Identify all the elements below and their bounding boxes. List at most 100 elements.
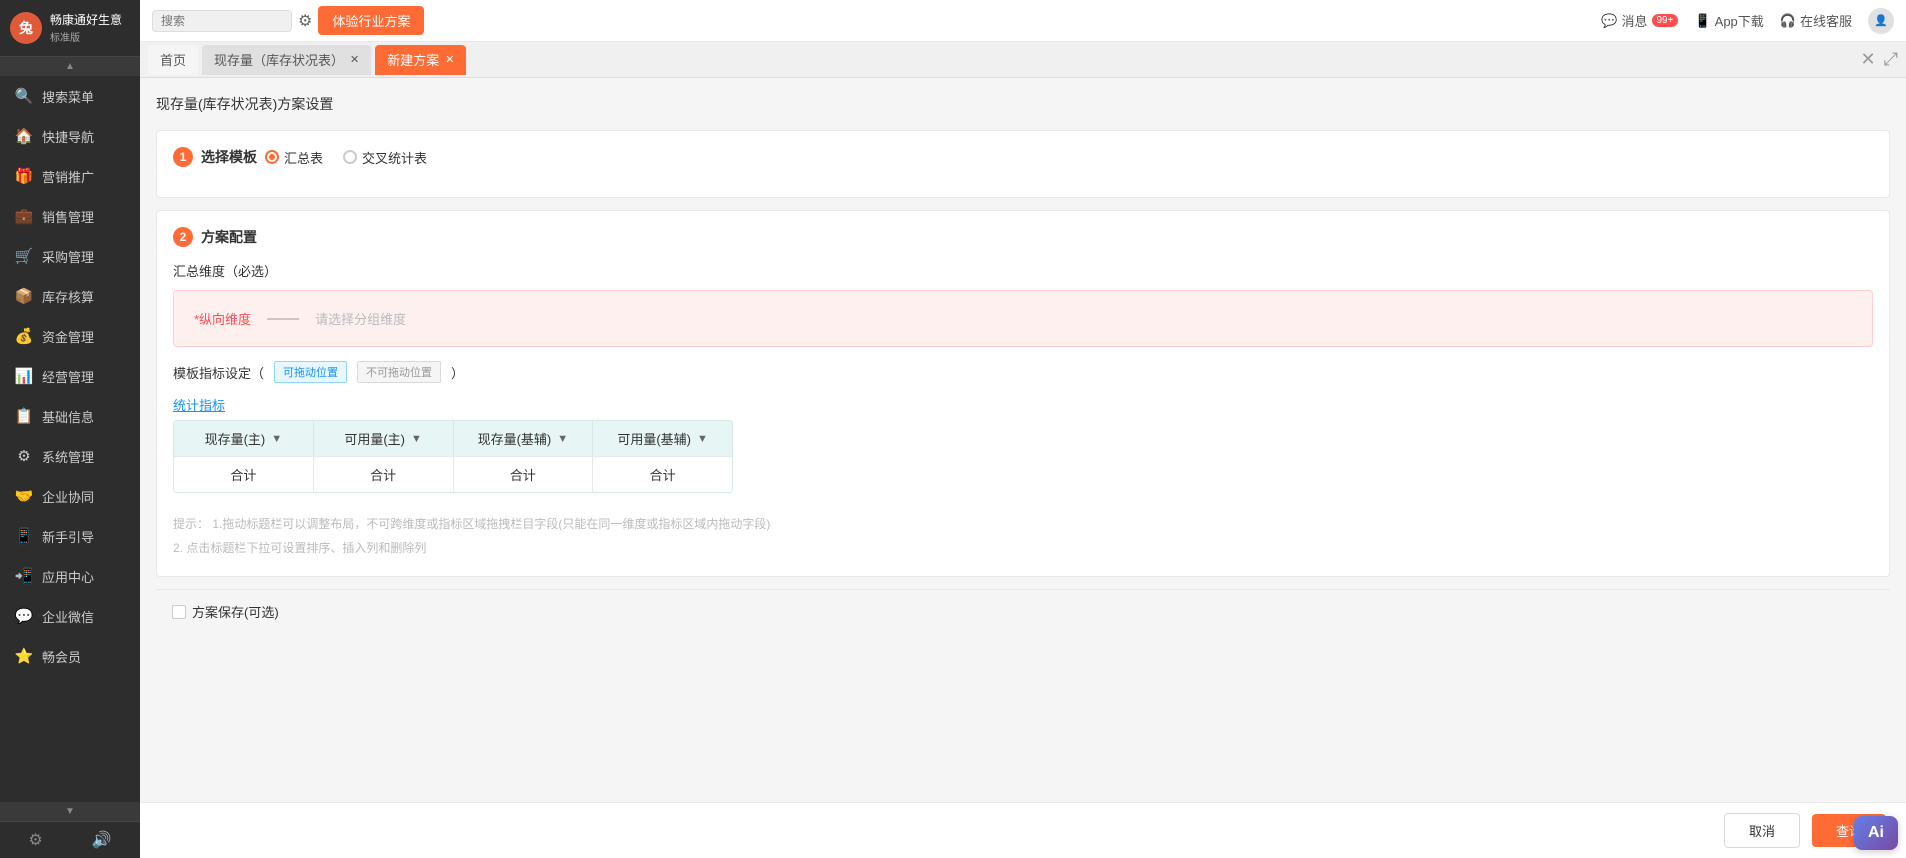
tip-text-1: 提示： 1.拖动标题栏可以调整布局，不可跨维度或指标区域拖拽栏目字段(只能在同一… [173,512,770,536]
stats-indicator-label: 统计指标 [173,395,1873,414]
save-option[interactable]: 方案保存(可选) [172,602,279,621]
inventory-nav-icon: 📦 [14,286,34,306]
radio-cross[interactable]: 交叉统计表 [343,148,427,167]
tips-section: 提示： 1.拖动标题栏可以调整布局，不可跨维度或指标区域拖拽栏目字段(只能在同一… [173,512,1873,560]
message-icon: 💬 [1601,13,1617,29]
sidebar-item-guide[interactable]: 📱 新手引导 [0,516,140,556]
indicator-settings: 模板指标设定（ 可拖动位置 不可拖动位置 ） [173,361,1873,383]
chevron-down-icon: ▼ [411,433,422,445]
system-nav-icon: ⚙ [14,446,34,466]
dimension-required-area: *纵向维度 —— 请选择分组维度 [173,290,1873,347]
indicator-badge-fixed: 不可拖动位置 [357,361,441,383]
tab-new-plan-label: 新建方案 [387,50,439,69]
tab-home-label: 首页 [160,50,186,69]
app-nav-icon: 📲 [14,566,34,586]
sidebar-item-label: 企业微信 [42,607,94,626]
col-header-3[interactable]: 现存量(基辅) ▼ [454,421,594,456]
sidebar-item-label: 库存核算 [42,287,94,306]
messages-badge: 99+ [1652,14,1679,27]
sidebar-item-label: 企业协同 [42,487,94,506]
action-bar: 取消 查询 [140,802,1906,858]
sidebar-scroll-down[interactable]: ▼ [0,802,140,821]
search-nav-icon: 🔍 [14,86,34,106]
logo-sub: 标准版 [50,29,122,44]
sidebar-item-inventory[interactable]: 📦 库存核算 [0,276,140,316]
sidebar-scroll-up[interactable]: ▲ [0,57,140,76]
ai-float-button[interactable]: Ai [1854,816,1898,850]
tab-home[interactable]: 首页 [148,45,198,75]
sidebar-item-label: 经营管理 [42,367,94,386]
sidebar-item-business[interactable]: 📊 经营管理 [0,356,140,396]
save-label: 方案保存(可选) [192,602,279,621]
gear-icon[interactable]: ⚙ [298,11,312,31]
sidebar-item-label: 应用中心 [42,567,94,586]
settings-icon[interactable]: ⚙ [28,830,42,850]
section1-number: 1 [173,147,193,167]
marketing-nav-icon: 🎁 [14,166,34,186]
dim-vertical-label: *纵向维度 [194,309,251,328]
search-input[interactable] [152,10,292,32]
sidebar-item-marketing[interactable]: 🎁 营销推广 [0,156,140,196]
cancel-button[interactable]: 取消 [1724,813,1800,848]
top-header: ⚙ 体验行业方案 💬 消息 99+ 📱 App下载 🎧 在线客服 👤 [140,0,1906,42]
sidebar-item-finance[interactable]: 💰 资金管理 [0,316,140,356]
sidebar-item-member[interactable]: ⭐ 畅会员 [0,636,140,676]
header-search-area: ⚙ 体验行业方案 [152,6,1591,35]
sidebar-item-app[interactable]: 📲 应用中心 [0,556,140,596]
service-icon: 🎧 [1780,13,1796,29]
stats-table-row: 合计 合计 合计 合计 [174,456,732,492]
online-service-label: 在线客服 [1800,11,1852,30]
sidebar-item-search[interactable]: 🔍 搜索菜单 [0,76,140,116]
tip-line-1: 提示： 1.拖动标题栏可以调整布局，不可跨维度或指标区域拖拽栏目字段(只能在同一… [173,512,1873,536]
col-header-1[interactable]: 现存量(主) ▼ [174,421,314,456]
dimension-label: 汇总维度（必选） [173,261,1873,280]
section-config: 2 方案配置 汇总维度（必选） *纵向维度 —— 请选择分组维度 模板指标设定（… [156,210,1890,577]
save-checkbox[interactable] [172,605,186,619]
messages-button[interactable]: 💬 消息 99+ [1601,11,1678,30]
sidebar-item-label: 新手引导 [42,527,94,546]
tab-inventory-status[interactable]: 现存量（库存状况表） ✕ [202,45,371,75]
sidebar-item-sales[interactable]: 💼 销售管理 [0,196,140,236]
user-avatar[interactable]: 👤 [1868,8,1894,34]
sidebar-item-system[interactable]: ⚙ 系统管理 [0,436,140,476]
sidebar-item-label: 采购管理 [42,247,94,266]
page-content: 现存量(库存状况表)方案设置 1 选择模板 汇总表 交叉统计表 [140,78,1906,802]
phone-icon: 📱 [1694,13,1710,29]
sidebar-item-wechat[interactable]: 💬 企业微信 [0,596,140,636]
col-header-4[interactable]: 可用量(基辅) ▼ [593,421,732,456]
chevron-down-icon: ▼ [697,433,708,445]
tab-new-plan[interactable]: 新建方案 ✕ [375,45,466,75]
cell-1: 合计 [174,457,314,492]
radio-summary[interactable]: 汇总表 [265,148,323,167]
app-download-button[interactable]: 📱 App下载 [1694,11,1763,30]
trial-button[interactable]: 体验行业方案 [318,6,424,35]
user-icon: 👤 [1874,14,1888,27]
sidebar-item-label: 销售管理 [42,207,94,226]
app-download-label: App下载 [1715,11,1764,30]
tab-new-plan-close[interactable]: ✕ [445,53,454,66]
close-icon[interactable]: ✕ [1861,49,1876,70]
stats-table-header: 现存量(主) ▼ 可用量(主) ▼ 现存量(基辅) ▼ 可用量(基辅) [174,421,732,456]
radio-cross-dot [343,150,357,164]
sidebar: 兔 畅康通好生意 标准版 ▲ 🔍 搜索菜单 🏠 快捷导航 🎁 营销推广 💼 销售… [0,0,140,858]
sidebar-item-shortcut[interactable]: 🏠 快捷导航 [0,116,140,156]
section1-title: 选择模板 [201,147,257,167]
speaker-icon[interactable]: 🔊 [92,830,112,850]
dim-placeholder[interactable]: 请选择分组维度 [315,309,406,328]
tip-text-2: 2. 点击标题栏下拉可设置排序、插入列和删除列 [173,536,426,560]
cell-4: 合计 [593,457,732,492]
sidebar-item-label: 搜索菜单 [42,87,94,106]
sidebar-bottom: ⚙ 🔊 [0,821,140,858]
sidebar-item-purchase[interactable]: 🛒 采购管理 [0,236,140,276]
online-service-button[interactable]: 🎧 在线客服 [1780,11,1852,30]
sidebar-item-contract[interactable]: 🤝 企业协同 [0,476,140,516]
tip-line-2: 2. 点击标题栏下拉可设置排序、插入列和删除列 [173,536,1873,560]
contract-nav-icon: 🤝 [14,486,34,506]
sidebar-item-basic[interactable]: 📋 基础信息 [0,396,140,436]
expand-icon[interactable]: ⤢ [1884,49,1898,70]
sales-nav-icon: 💼 [14,206,34,226]
section1-header: 1 选择模板 汇总表 交叉统计表 [173,147,1873,167]
col-header-2[interactable]: 可用量(主) ▼ [314,421,454,456]
tab-inventory-close[interactable]: ✕ [350,53,359,66]
sidebar-item-label: 系统管理 [42,447,94,466]
